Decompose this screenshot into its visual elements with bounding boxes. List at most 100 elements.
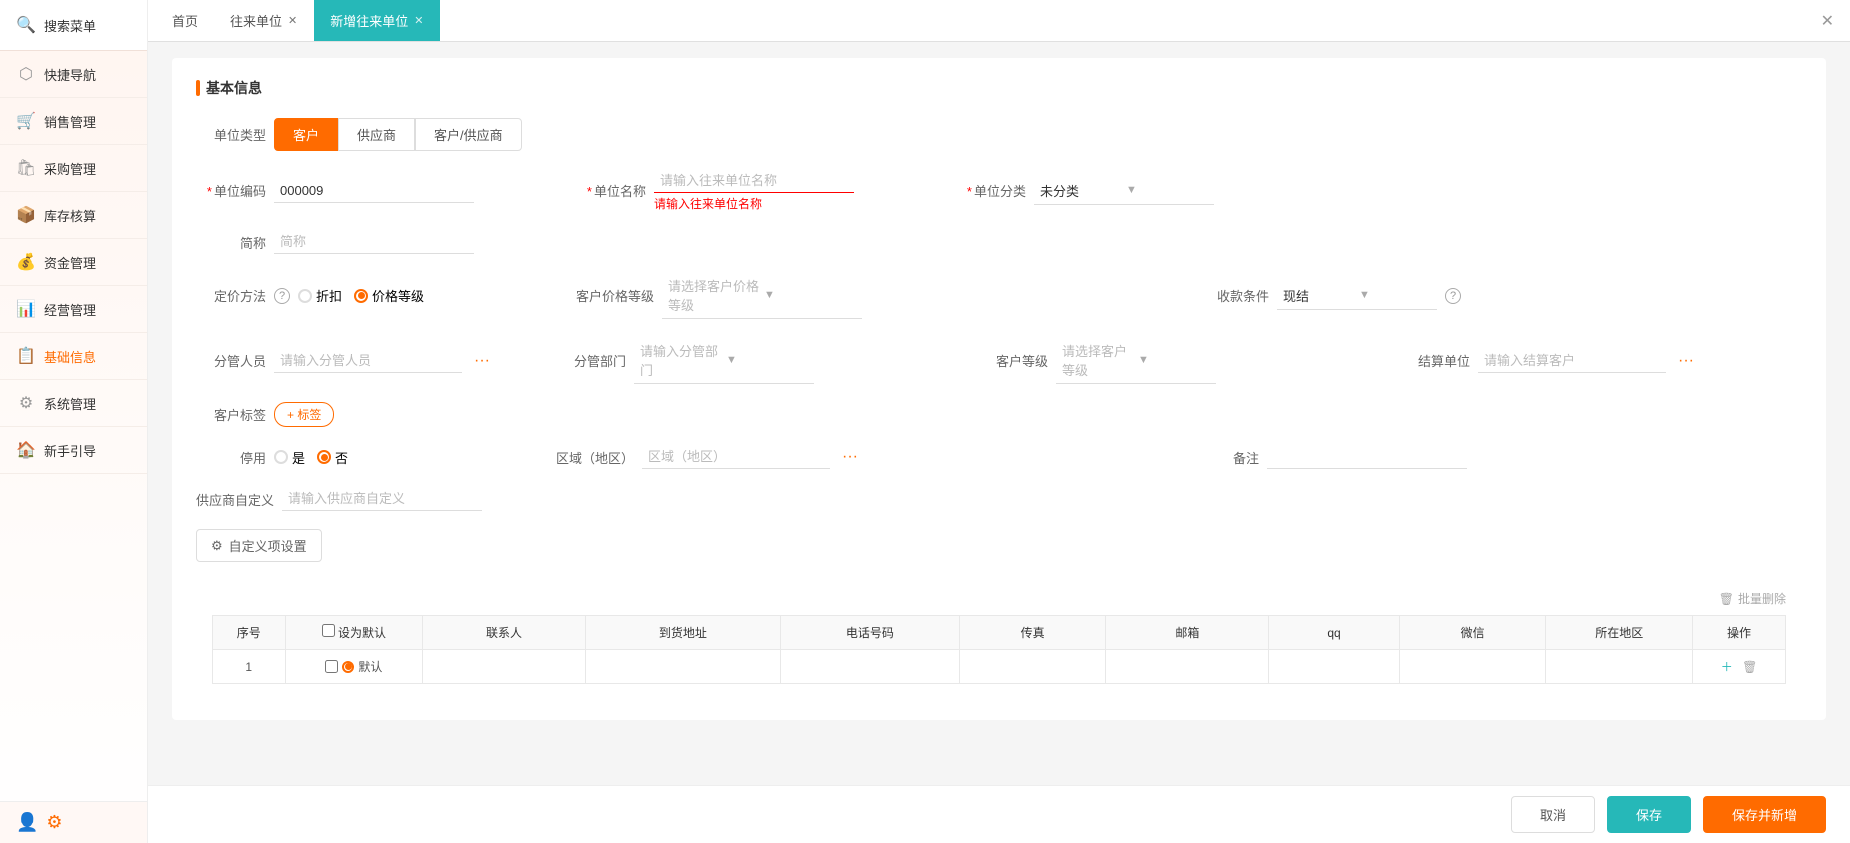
cell-seq: 1 xyxy=(213,650,286,684)
cell-phone[interactable] xyxy=(780,650,959,684)
disable-radio-group: 是 否 xyxy=(274,448,348,467)
region-input[interactable] xyxy=(642,445,830,469)
sidebar-sales-label: 销售管理 xyxy=(44,112,96,131)
gear-icon: ⚙ xyxy=(211,538,223,554)
cell-region[interactable] xyxy=(1546,650,1693,684)
select-all-checkbox[interactable] xyxy=(322,624,335,637)
supplier-custom-input[interactable] xyxy=(282,487,482,511)
region-cell-input[interactable] xyxy=(1584,660,1654,674)
settings-icon: ⚙ xyxy=(46,812,62,833)
custom-setting-label: 自定义项设置 xyxy=(229,536,307,555)
type-btn-both[interactable]: 客户/供应商 xyxy=(415,118,522,151)
cell-email[interactable] xyxy=(1106,650,1269,684)
unit-name-error: 请输入往来单位名称 xyxy=(654,195,854,212)
sidebar-item-search[interactable]: 🔍 搜索菜单 xyxy=(0,0,147,51)
tab-new-partner-close[interactable]: ✕ xyxy=(414,14,423,27)
add-tag-button[interactable]: + 标签 xyxy=(274,402,334,427)
customer-price-level-select[interactable]: 请选择客户价格等级 ▼ xyxy=(662,272,862,319)
radio-no[interactable]: 否 xyxy=(317,448,348,467)
manager-input[interactable] xyxy=(274,349,462,373)
payment-terms-group: 收款条件 现结 ▼ ? xyxy=(1199,282,1802,310)
settlement-more-btn[interactable]: ··· xyxy=(1674,352,1698,370)
sidebar-operations-label: 经营管理 xyxy=(44,300,96,319)
unit-code-input[interactable] xyxy=(274,179,474,203)
sidebar-item-sales[interactable]: 🛒 销售管理 xyxy=(0,98,147,145)
pricing-method-group: 定价方法 ? 折扣 价格等级 xyxy=(196,286,556,305)
fax-input[interactable] xyxy=(998,660,1068,674)
sidebar-item-basic[interactable]: 📋 基础信息 xyxy=(0,333,147,380)
tab-home[interactable]: 首页 xyxy=(156,0,214,41)
col-qq: qq xyxy=(1269,616,1400,650)
save-button[interactable]: 保存 xyxy=(1607,796,1691,833)
operations-icon: 📊 xyxy=(16,299,36,319)
section-icon xyxy=(196,80,200,96)
email-input[interactable] xyxy=(1147,660,1227,674)
payment-terms-help-icon[interactable]: ? xyxy=(1445,288,1461,304)
col-region: 所在地区 xyxy=(1546,616,1693,650)
cell-address[interactable] xyxy=(585,650,780,684)
table-header-row: 序号 设为默认 联系人 到货地址 电话号码 传真 邮箱 qq 微信 xyxy=(213,616,1786,650)
pricing-help-icon[interactable]: ? xyxy=(274,288,290,304)
manager-more-btn[interactable]: ··· xyxy=(470,352,494,370)
search-icon: 🔍 xyxy=(16,15,36,35)
sidebar-item-quicknav[interactable]: ⬡ 快捷导航 xyxy=(0,51,147,98)
sidebar-item-purchase[interactable]: 🛍 采购管理 xyxy=(0,145,147,192)
add-row-btn[interactable]: ＋ xyxy=(1721,660,1733,674)
wechat-input[interactable] xyxy=(1438,660,1508,674)
cell-contact[interactable] xyxy=(423,650,586,684)
basic-icon: 📋 xyxy=(16,346,36,366)
phone-input[interactable] xyxy=(825,660,915,674)
type-btn-supplier[interactable]: 供应商 xyxy=(338,118,415,151)
unit-category-select[interactable]: 未分类 ▼ xyxy=(1034,177,1214,205)
payment-terms-select[interactable]: 现结 ▼ xyxy=(1277,282,1437,310)
disable-row: 停用 是 否 区域（地区） ··· xyxy=(196,445,1802,469)
tab-partners-close[interactable]: ✕ xyxy=(288,14,297,27)
sidebar-basic-label: 基础信息 xyxy=(44,347,96,366)
row-checkbox[interactable] xyxy=(325,660,338,673)
contact-input[interactable] xyxy=(464,660,544,674)
department-select[interactable]: 请输入分管部门 ▼ xyxy=(634,337,814,384)
pricing-row: 定价方法 ? 折扣 价格等级 客户价格等级 xyxy=(196,272,1802,319)
radio-no-circle xyxy=(317,450,331,464)
sidebar-item-operations[interactable]: 📊 经营管理 xyxy=(0,286,147,333)
region-group: 区域（地区） ··· xyxy=(556,445,1169,469)
cell-action: ＋ 🗑 xyxy=(1693,650,1786,684)
unit-category-group: 单位分类 未分类 ▼ xyxy=(956,177,1802,205)
sidebar-item-newbie[interactable]: 🏠 新手引导 xyxy=(0,427,147,474)
sidebar-item-system[interactable]: ⚙ 系统管理 xyxy=(0,380,147,427)
cell-wechat[interactable] xyxy=(1399,650,1546,684)
batch-delete-btn[interactable]: 🗑 批量删除 xyxy=(1719,590,1786,607)
save-add-button[interactable]: 保存并新增 xyxy=(1703,796,1826,833)
finance-icon: 💰 xyxy=(16,252,36,272)
table-actions: 🗑 批量删除 xyxy=(212,590,1786,607)
note-input[interactable] xyxy=(1267,445,1467,469)
tags-row: 客户标签 + 标签 xyxy=(196,402,1802,427)
radio-price-level[interactable]: 价格等级 xyxy=(354,286,424,305)
radio-yes[interactable]: 是 xyxy=(274,448,305,467)
chevron-payment-icon: ▼ xyxy=(1359,289,1431,301)
customer-price-level-group: 客户价格等级 请选择客户价格等级 ▼ xyxy=(576,272,1179,319)
tab-new-partner[interactable]: 新增往来单位 ✕ xyxy=(314,0,440,41)
sidebar-item-finance[interactable]: 💰 资金管理 xyxy=(0,239,147,286)
cancel-button[interactable]: 取消 xyxy=(1511,796,1595,833)
qq-input[interactable] xyxy=(1304,660,1364,674)
radio-discount[interactable]: 折扣 xyxy=(298,286,342,305)
window-close-button[interactable]: ✕ xyxy=(1813,7,1842,35)
custom-setting-button[interactable]: ⚙ 自定义项设置 xyxy=(196,529,322,562)
unit-name-input[interactable] xyxy=(654,169,854,193)
cell-qq[interactable] xyxy=(1269,650,1400,684)
sidebar-item-inventory[interactable]: 📦 库存核算 xyxy=(0,192,147,239)
settlement-unit-input[interactable] xyxy=(1478,349,1666,373)
short-name-input[interactable] xyxy=(274,230,474,254)
main-area: 首页 往来单位 ✕ 新增往来单位 ✕ ✕ 基本信息 单位类型 客户 xyxy=(148,0,1850,843)
region-more-btn[interactable]: ··· xyxy=(838,448,862,466)
unit-name-group: 单位名称 请输入往来单位名称 xyxy=(576,169,936,212)
delete-row-btn[interactable]: 🗑 xyxy=(1742,660,1757,674)
address-input[interactable] xyxy=(633,660,733,674)
tab-partners[interactable]: 往来单位 ✕ xyxy=(214,0,314,41)
user-icon: 👤 xyxy=(16,812,38,833)
default-radio[interactable] xyxy=(342,661,354,673)
cell-fax[interactable] xyxy=(959,650,1106,684)
customer-level-select[interactable]: 请选择客户等级 ▼ xyxy=(1056,337,1216,384)
type-btn-customer[interactable]: 客户 xyxy=(274,118,338,151)
